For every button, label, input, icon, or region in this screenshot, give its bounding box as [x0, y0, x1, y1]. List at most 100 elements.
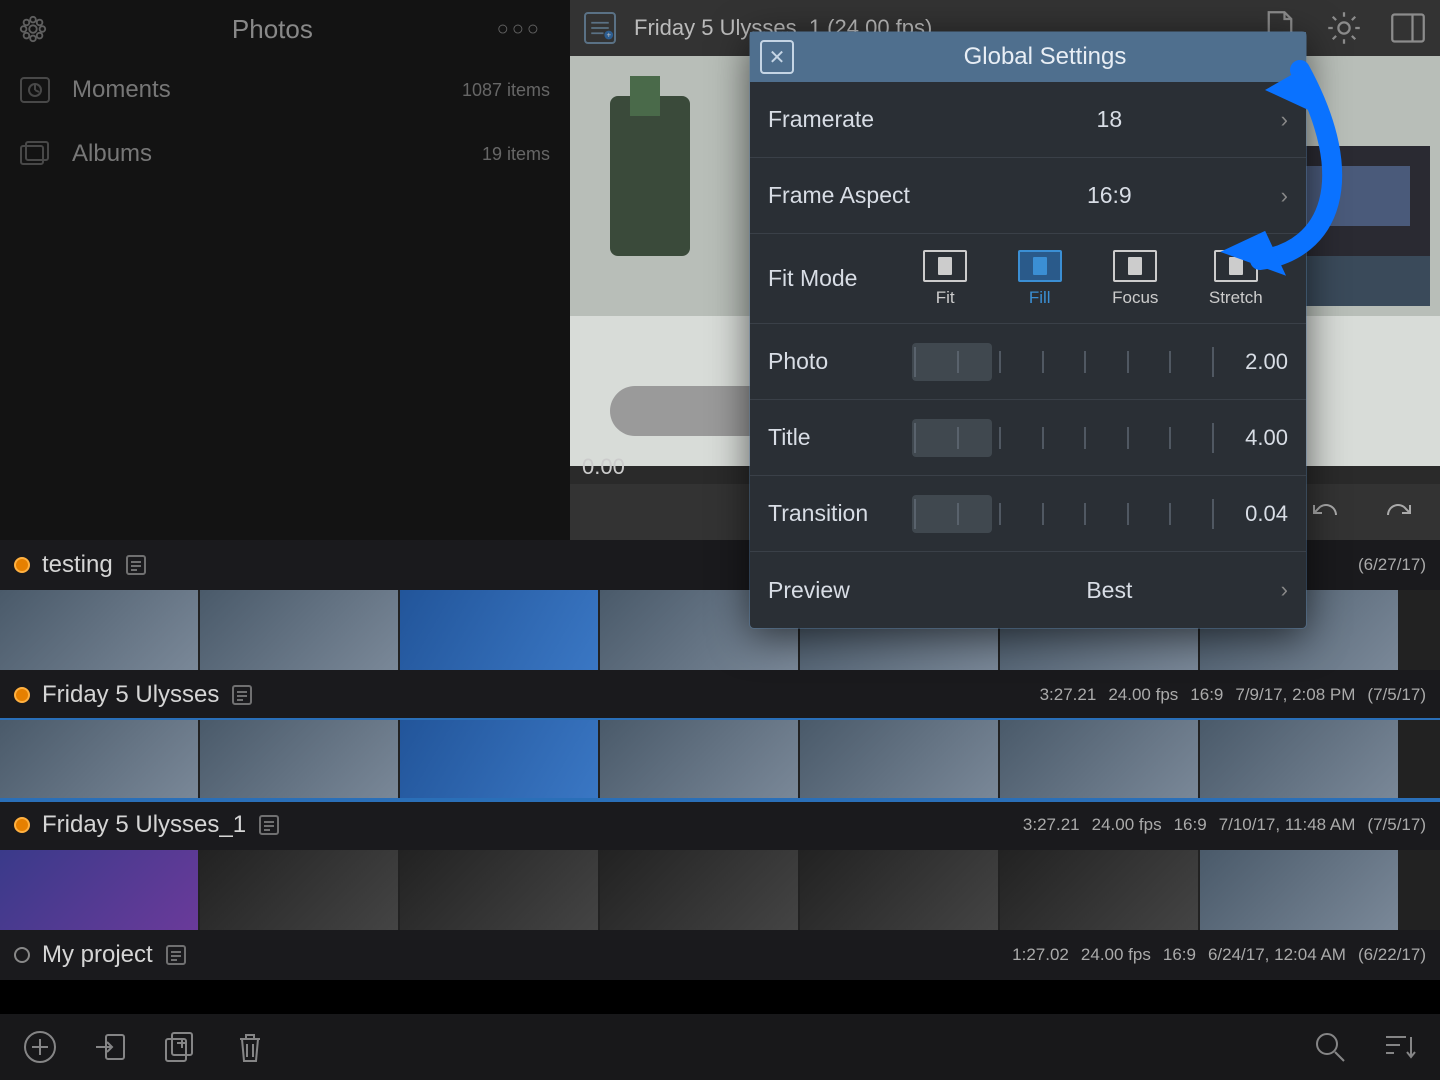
setting-label: Transition — [768, 500, 898, 527]
slider-track[interactable] — [912, 342, 1216, 382]
sidebar-label: Albums — [72, 140, 460, 168]
status-dot — [14, 557, 30, 573]
preview-quality-row[interactable]: Preview Best › — [750, 552, 1306, 628]
sidebar-count: 19 items — [482, 144, 550, 165]
note-icon[interactable] — [165, 944, 187, 966]
chevron-right-icon: › — [1281, 107, 1288, 133]
fitmode-icon — [1113, 250, 1157, 282]
thumbnail — [400, 590, 598, 670]
transition-duration-row[interactable]: Transition 0.04 — [750, 476, 1306, 552]
import-icon[interactable] — [92, 1029, 128, 1065]
project-meta: 3:27.2124.00 fps16:97/10/17, 11:48 AM(7/… — [1023, 815, 1426, 835]
fitmode-icon — [923, 250, 967, 282]
sidebar-item-albums[interactable]: Albums 19 items — [0, 122, 570, 186]
project-meta: 3:27.2124.00 fps16:97/9/17, 2:08 PM(7/5/… — [1040, 685, 1426, 705]
thumbnail-strip — [0, 850, 1440, 930]
moments-icon — [20, 77, 50, 103]
framerate-row[interactable]: Framerate 18 › — [750, 82, 1306, 158]
add-clip-icon[interactable]: + — [584, 12, 616, 44]
trash-icon[interactable] — [232, 1029, 268, 1065]
thumbnail — [800, 720, 998, 800]
note-icon[interactable] — [125, 554, 147, 576]
thumbnail — [600, 720, 798, 800]
fitmode-icon — [1214, 250, 1258, 282]
project-header[interactable]: Friday 5 Ulysses_1 3:27.2124.00 fps16:97/… — [0, 800, 1440, 850]
add-icon[interactable] — [22, 1029, 58, 1065]
note-icon[interactable] — [231, 684, 253, 706]
project-meta: (6/27/17) — [1310, 555, 1426, 575]
duplicate-icon[interactable] — [162, 1029, 198, 1065]
thumbnail — [1200, 850, 1398, 930]
setting-label: Preview — [768, 577, 938, 604]
thumbnail — [600, 850, 798, 930]
project-name: Friday 5 Ulysses_1 — [42, 811, 246, 839]
aspect-row[interactable]: Frame Aspect 16:9 › — [750, 158, 1306, 234]
preview-time: 0.00 — [582, 454, 625, 480]
thumbnail — [200, 720, 398, 800]
project-meta: 1:27.0224.00 fps16:96/24/17, 12:04 AM(6/… — [1012, 945, 1426, 965]
setting-label: Fit Mode — [768, 265, 888, 292]
project-header[interactable]: My project1:27.0224.00 fps16:96/24/17, 1… — [0, 930, 1440, 980]
setting-value: 16:9 — [938, 182, 1281, 209]
fitmode-fit[interactable]: Fit — [923, 250, 967, 308]
undo-icon[interactable] — [1308, 497, 1342, 527]
setting-label: Framerate — [768, 106, 938, 133]
thumbnail — [400, 850, 598, 930]
status-dot — [14, 947, 30, 963]
project-row[interactable]: Friday 5 Ulysses_1 3:27.2124.00 fps16:97/… — [0, 720, 1440, 850]
thumbnail — [0, 850, 198, 930]
sidebar-item-moments[interactable]: Moments 1087 items — [0, 58, 570, 122]
slider-track[interactable] — [912, 418, 1216, 458]
fitmode-label: Fill — [1029, 288, 1051, 308]
gear-icon[interactable] — [1326, 10, 1362, 46]
thumbnail — [0, 590, 198, 670]
redo-icon[interactable] — [1382, 497, 1416, 527]
thumbnail — [1000, 720, 1198, 800]
fitmode-label: Fit — [936, 288, 955, 308]
setting-label: Frame Aspect — [768, 182, 938, 209]
global-settings-modal: ✕ Global Settings Framerate 18 › Frame A… — [750, 32, 1306, 628]
fitmode-icon — [1018, 250, 1062, 282]
thumbnail — [800, 850, 998, 930]
thumbnail — [0, 720, 198, 800]
setting-label: Title — [768, 424, 898, 451]
bottom-toolbar — [0, 1014, 1440, 1080]
slider-track[interactable] — [912, 494, 1216, 534]
search-icon[interactable] — [1312, 1029, 1348, 1065]
thumbnail — [1200, 720, 1398, 800]
setting-value: 2.00 — [1230, 349, 1288, 375]
status-dot — [14, 687, 30, 703]
thumbnail — [400, 720, 598, 800]
fitmode-focus[interactable]: Focus — [1112, 250, 1158, 308]
project-row[interactable]: My project1:27.0224.00 fps16:96/24/17, 1… — [0, 850, 1440, 980]
project-name: Friday 5 Ulysses — [42, 681, 219, 709]
fitmode-stretch[interactable]: Stretch — [1209, 250, 1263, 308]
setting-value: 18 — [938, 106, 1281, 133]
project-header[interactable]: Friday 5 Ulysses 3:27.2124.00 fps16:97/9/… — [0, 670, 1440, 720]
modal-title: Global Settings — [794, 43, 1296, 71]
thumbnail-strip — [0, 720, 1440, 800]
title-duration-row[interactable]: Title 4.00 — [750, 400, 1306, 476]
more-icon[interactable]: ○○○ — [497, 18, 542, 41]
photo-duration-row[interactable]: Photo 2.00 — [750, 324, 1306, 400]
setting-value: 4.00 — [1230, 425, 1288, 451]
layout-icon[interactable] — [1390, 10, 1426, 46]
app-logo-icon — [18, 14, 48, 44]
sidebar-label: Moments — [72, 76, 440, 104]
albums-icon — [20, 141, 50, 167]
close-icon[interactable]: ✕ — [760, 40, 794, 74]
modal-header: ✕ Global Settings — [750, 32, 1306, 82]
chevron-right-icon: › — [1281, 577, 1288, 603]
thumbnail — [1000, 850, 1198, 930]
fitmode-row: Fit Mode Fit Fill Focus Stretch — [750, 234, 1306, 324]
sidebar-count: 1087 items — [462, 80, 550, 101]
project-name: testing — [42, 551, 113, 579]
thumbnail — [200, 850, 398, 930]
fitmode-label: Stretch — [1209, 288, 1263, 308]
status-dot — [14, 817, 30, 833]
setting-value: Best — [938, 577, 1281, 604]
photos-panel-title: Photos — [48, 14, 497, 45]
fitmode-fill[interactable]: Fill — [1018, 250, 1062, 308]
note-icon[interactable] — [258, 814, 280, 836]
sort-icon[interactable] — [1382, 1029, 1418, 1065]
